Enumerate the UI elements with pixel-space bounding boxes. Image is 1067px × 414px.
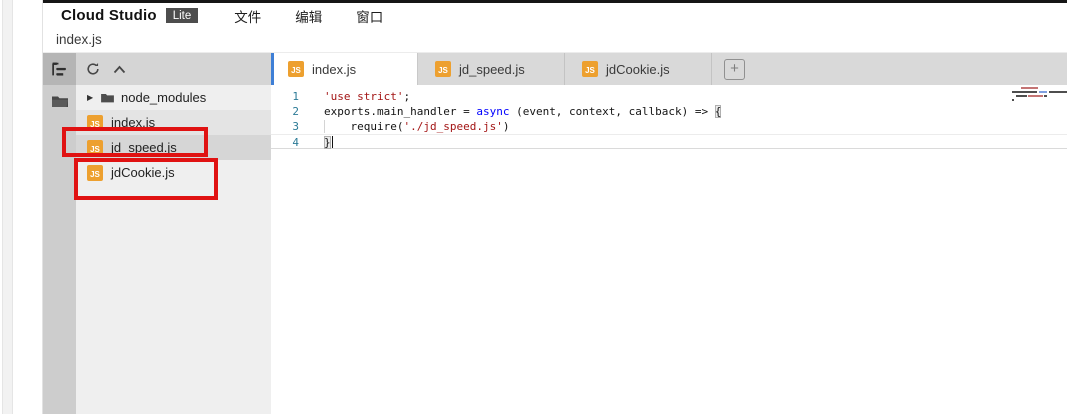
tab-bar: JS index.js JS jd_speed.js JS jdCookie.j… <box>271 53 1067 85</box>
left-gutter-strip <box>2 0 13 414</box>
tab-jd-speed-js[interactable]: JS jd_speed.js <box>418 53 565 85</box>
line-number: 2 <box>271 104 299 119</box>
plus-icon: + <box>724 59 745 80</box>
refresh-icon[interactable] <box>86 62 100 76</box>
token-plain: require( <box>351 120 404 133</box>
lite-badge: Lite <box>166 8 199 23</box>
tab-label: jd_speed.js <box>459 62 525 77</box>
minimap-segment <box>1016 95 1027 97</box>
file-tree-item-node-modules[interactable]: ▶ node_modules <box>76 85 271 110</box>
folder-icon <box>100 92 115 104</box>
line-number: 4 <box>271 135 299 148</box>
code-editor[interactable]: 1 'use strict'; 2 exports.main_handler = as… <box>271 85 1067 414</box>
minimap-segment <box>1044 95 1047 97</box>
code-line-1: 1 'use strict'; <box>271 89 1067 104</box>
code-text: exports.main_handler = async (event, con… <box>324 104 721 119</box>
token-string: 'use strict' <box>324 90 403 103</box>
token-string: './jd_speed.js' <box>403 120 502 133</box>
menu-bar: 文件 编辑 窗口 <box>234 6 383 26</box>
file-explorer-panel: ▶ node_modules JS index.js JS jd_speed.j… <box>76 53 271 414</box>
tree-view-icon[interactable] <box>43 53 76 85</box>
file-name: node_modules <box>121 90 206 105</box>
annotation-box-jdcookie <box>74 158 218 200</box>
code-text: require('./jd_speed.js') <box>324 119 509 134</box>
chevron-right-icon: ▶ <box>87 93 95 102</box>
code-text: 'use strict'; <box>324 89 410 104</box>
code-line-4: 4} <box>271 134 1067 149</box>
js-file-icon: JS <box>435 61 451 77</box>
js-file-icon: JS <box>582 61 598 77</box>
top-menu-bar: Cloud Studio Lite 文件 编辑 窗口 <box>43 0 1067 28</box>
line-number: 3 <box>271 119 299 134</box>
text-cursor <box>332 136 334 148</box>
tab-label: index.js <box>312 62 356 77</box>
breadcrumb: index.js <box>43 28 1067 53</box>
token-bracket: } <box>324 136 331 149</box>
minimap-line <box>1011 98 1067 102</box>
token-bracket: { <box>715 105 722 118</box>
token-plain: (event, context, callback) => <box>509 105 714 118</box>
tab-index-js[interactable]: JS index.js <box>271 53 418 85</box>
collapse-all-icon[interactable] <box>113 65 126 74</box>
code-text: } <box>324 135 333 148</box>
code-line-2: 2 exports.main_handler = async (event, co… <box>271 104 1067 119</box>
token-keyword: async <box>476 105 509 118</box>
menu-edit[interactable]: 编辑 <box>295 6 322 26</box>
folder-icon[interactable] <box>43 85 76 117</box>
new-tab-button[interactable]: + <box>712 53 757 85</box>
tab-jdcookie-js[interactable]: JS jdCookie.js <box>565 53 712 85</box>
minimap-segment <box>1028 95 1043 97</box>
minimap-segment <box>1021 87 1038 89</box>
js-file-icon: JS <box>288 61 304 77</box>
tab-label: jdCookie.js <box>606 62 670 77</box>
minimap-segment <box>1012 99 1014 101</box>
minimap-segment <box>1049 91 1067 93</box>
explorer-toolbar <box>76 53 271 85</box>
line-number: 1 <box>271 89 299 104</box>
code-line-3: 3 require('./jd_speed.js') <box>271 119 1067 134</box>
token-indent <box>324 120 351 133</box>
token-plain: ) <box>503 120 510 133</box>
minimap-segment <box>1012 91 1037 93</box>
main-area: ▶ node_modules JS index.js JS jd_speed.j… <box>43 53 1067 414</box>
menu-window[interactable]: 窗口 <box>356 6 383 26</box>
activity-bar <box>43 53 76 414</box>
menu-file[interactable]: 文件 <box>234 6 261 26</box>
minimap[interactable] <box>1011 86 1067 106</box>
token-plain: exports.main_handler = <box>324 105 476 118</box>
cloud-studio-window: Cloud Studio Lite 文件 编辑 窗口 index.js <box>42 0 1067 414</box>
app-logo: Cloud Studio <box>61 7 157 24</box>
annotation-box-jd-speed <box>62 127 208 157</box>
editor-area: JS index.js JS jd_speed.js JS jdCookie.j… <box>271 53 1067 414</box>
minimap-segment <box>1039 91 1047 93</box>
token-plain: ; <box>403 90 410 103</box>
